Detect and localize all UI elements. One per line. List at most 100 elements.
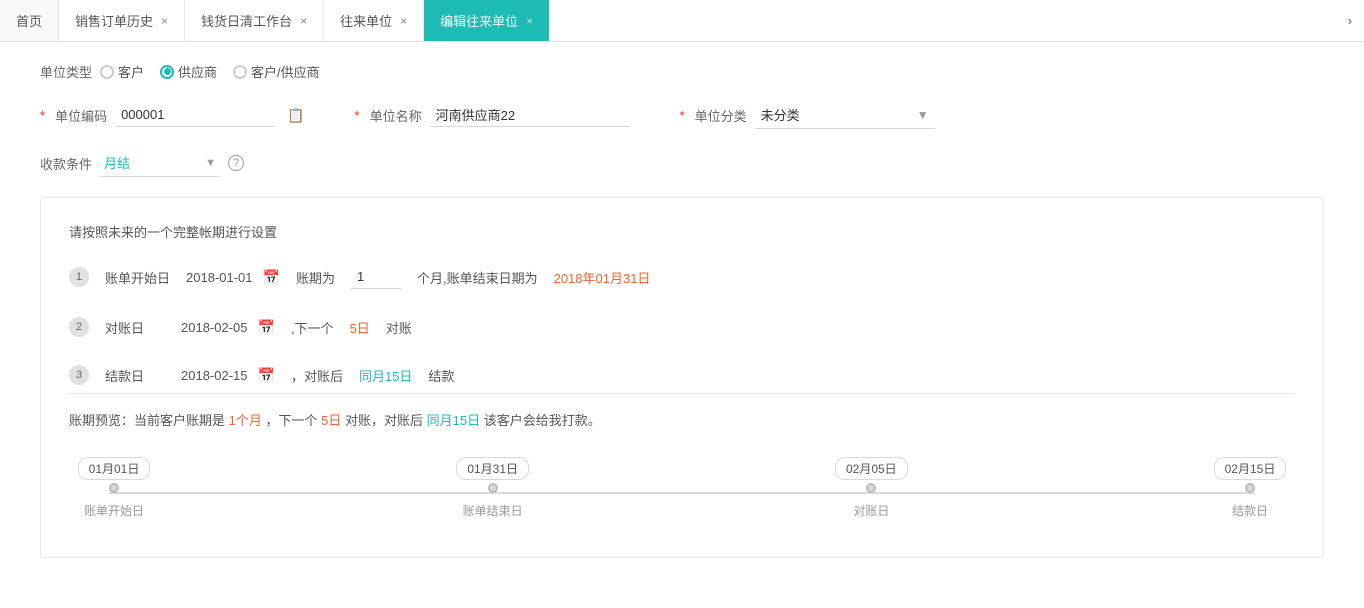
unit-name-label: 单位名称 xyxy=(370,106,422,125)
billing-row-2-date-field: 2018-02-05 📅 xyxy=(181,319,275,336)
preview-section: 账期预览：当前客户账期是 1个月 ，下一个 5日 对账，对账后 同月15日 该客… xyxy=(69,393,1295,429)
payment-terms-help-icon[interactable]: ? xyxy=(228,155,244,171)
tab-bar: 首页 销售订单历史 × 钱货日清工作台 × 往来单位 × 编辑往来单位 × › xyxy=(0,0,1364,42)
timeline-point-4: 02月15日 结款日 xyxy=(1245,483,1255,493)
radio-cs-circle xyxy=(233,65,247,79)
billing-row-3-num: 3 xyxy=(69,365,89,385)
payment-terms-row: 收款条件 月结 ▼ ? xyxy=(40,149,1324,177)
preview-part3: 同月15日 xyxy=(427,413,480,428)
timeline-badge-4: 02月15日 xyxy=(1214,457,1287,480)
tab-more-icon: › xyxy=(1348,13,1352,28)
unit-category-star: * xyxy=(680,108,685,123)
radio-customer-label: 客户 xyxy=(118,62,144,81)
unit-name-star: * xyxy=(355,108,360,123)
billing-row-1-suffix-post: 个月,账单结束日期为 xyxy=(417,268,538,287)
payment-terms-arrow-icon: ▼ xyxy=(205,157,216,169)
tab-home[interactable]: 首页 xyxy=(0,0,59,41)
tab-cashier-workbench-label: 钱货日清工作台 xyxy=(201,11,292,30)
tab-home-label: 首页 xyxy=(16,11,42,30)
radio-customer[interactable]: 客户 xyxy=(100,62,144,81)
tab-sales-history[interactable]: 销售订单历史 × xyxy=(59,0,185,41)
radio-cs-label: 客户/供应商 xyxy=(251,62,320,81)
tab-sales-history-label: 销售订单历史 xyxy=(75,11,153,30)
billing-row-3: 3 结款日 2018-02-15 📅 ，对账后 同月15日 结款 xyxy=(69,365,1295,385)
unit-category-group: * 单位分类 未分类 ▼ xyxy=(680,101,935,129)
billing-row-1-cal-icon[interactable]: 📅 xyxy=(263,269,280,286)
unit-detail-row: * 单位编码 📋 * 单位名称 * 单位分类 未分类 ▼ xyxy=(40,101,1324,129)
unit-name-input[interactable] xyxy=(430,103,630,127)
billing-row-3-desc-pre: ，对账后 xyxy=(291,366,343,385)
billing-row-2-desc-post: 对账 xyxy=(386,318,412,337)
tab-edit-partner-close[interactable]: × xyxy=(526,14,533,28)
timeline-point-1: 01月01日 账单开始日 xyxy=(109,483,119,493)
billing-row-2-desc-pre: ,下一个 xyxy=(291,318,334,337)
payment-terms-select[interactable]: 月结 ▼ xyxy=(100,149,220,177)
billing-row-3-label: 结款日 xyxy=(105,366,165,385)
unit-code-star: * xyxy=(40,108,45,123)
billing-hint: 请按照未来的一个完整帐期进行设置 xyxy=(69,222,1295,241)
preview-label: 账期预览：当前客户账期是 xyxy=(69,413,225,428)
preview-part1: 1个月 xyxy=(229,413,262,428)
billing-row-1: 1 账单开始日 2018-01-01 📅 账期为 个月,账单结束日期为 2018… xyxy=(69,265,1295,289)
unit-code-label: 单位编码 xyxy=(55,106,107,125)
billing-period-input[interactable] xyxy=(351,265,401,289)
timeline-section: 01月01日 账单开始日 01月31日 账单结束日 02月05日 对账日 xyxy=(69,453,1295,533)
timeline-dot-1 xyxy=(109,483,119,493)
billing-row-1-label: 账单开始日 xyxy=(105,268,170,287)
billing-row-2-num: 2 xyxy=(69,317,89,337)
tab-cashier-workbench-close[interactable]: × xyxy=(300,14,307,28)
unit-type-radio-group: 客户 供应商 客户/供应商 xyxy=(100,62,320,81)
main-content: 单位类型 客户 供应商 客户/供应商 * 单位编码 xyxy=(0,42,1364,608)
unit-type-label: 单位类型 xyxy=(40,62,92,81)
billing-section: 请按照未来的一个完整帐期进行设置 1 账单开始日 2018-01-01 📅 账期… xyxy=(40,197,1324,558)
timeline-sub-4: 结款日 xyxy=(1232,502,1268,519)
unit-code-group: * 单位编码 📋 xyxy=(40,103,305,127)
unit-type-group: 单位类型 客户 供应商 客户/供应商 xyxy=(40,62,320,81)
tab-partner-units-close[interactable]: × xyxy=(400,14,407,28)
radio-supplier-label: 供应商 xyxy=(178,62,217,81)
payment-terms-group: 收款条件 月结 ▼ ? xyxy=(40,149,244,177)
tab-more-button[interactable]: › xyxy=(1336,0,1364,41)
tab-partner-units-label: 往来单位 xyxy=(340,11,392,30)
billing-row-2-label: 对账日 xyxy=(105,318,165,337)
billing-row-2-cal-icon[interactable]: 📅 xyxy=(258,319,275,336)
preview-suffix: 该客户会给我打款。 xyxy=(484,413,601,428)
timeline-badge-1: 01月01日 xyxy=(78,457,151,480)
billing-row-2: 2 对账日 2018-02-05 📅 ,下一个 5日 对账 xyxy=(69,317,1295,337)
billing-row-1-date: 2018-01-01 xyxy=(186,270,253,285)
unit-code-input[interactable] xyxy=(115,103,275,127)
payment-terms-label: 收款条件 xyxy=(40,154,92,173)
unit-name-group: * 单位名称 xyxy=(355,103,630,127)
unit-category-label: 单位分类 xyxy=(695,106,747,125)
tab-edit-partner-label: 编辑往来单位 xyxy=(440,11,518,30)
unit-category-arrow-icon: ▼ xyxy=(917,108,929,122)
billing-row-3-date: 2018-02-15 xyxy=(181,368,248,383)
payment-terms-value: 月结 xyxy=(104,153,201,172)
billing-row-3-cal-icon[interactable]: 📅 xyxy=(258,367,275,384)
billing-row-2-highlight: 5日 xyxy=(350,318,370,337)
tab-sales-history-close[interactable]: × xyxy=(161,14,168,28)
timeline-dot-3 xyxy=(866,483,876,493)
unit-code-icon[interactable]: 📋 xyxy=(287,107,304,124)
radio-supplier[interactable]: 供应商 xyxy=(160,62,217,81)
preview-mid1: ，下一个 xyxy=(266,413,318,428)
billing-row-3-highlight: 同月15日 xyxy=(359,366,412,385)
timeline-sub-2: 账单结束日 xyxy=(463,502,523,519)
radio-supplier-circle xyxy=(160,65,174,79)
unit-category-dropdown[interactable]: 未分类 ▼ xyxy=(755,101,935,129)
billing-row-1-suffix-pre: 账期为 xyxy=(296,268,335,287)
preview-part2: 5日 xyxy=(321,413,341,428)
billing-row-1-end-date: 2018年01月31日 xyxy=(554,268,651,287)
tab-edit-partner[interactable]: 编辑往来单位 × xyxy=(424,0,550,41)
radio-customer-supplier[interactable]: 客户/供应商 xyxy=(233,62,320,81)
billing-row-3-desc-post: 结款 xyxy=(428,366,454,385)
timeline-dot-4 xyxy=(1245,483,1255,493)
timeline-badge-3: 02月05日 xyxy=(835,457,908,480)
timeline-sub-3: 对账日 xyxy=(853,502,889,519)
timeline-badge-2: 01月31日 xyxy=(456,457,529,480)
tab-cashier-workbench[interactable]: 钱货日清工作台 × xyxy=(185,0,324,41)
tab-partner-units[interactable]: 往来单位 × xyxy=(324,0,424,41)
unit-type-row: 单位类型 客户 供应商 客户/供应商 xyxy=(40,62,1324,81)
timeline-point-3: 02月05日 对账日 xyxy=(866,483,876,493)
preview-mid2: 对账，对账后 xyxy=(345,413,423,428)
